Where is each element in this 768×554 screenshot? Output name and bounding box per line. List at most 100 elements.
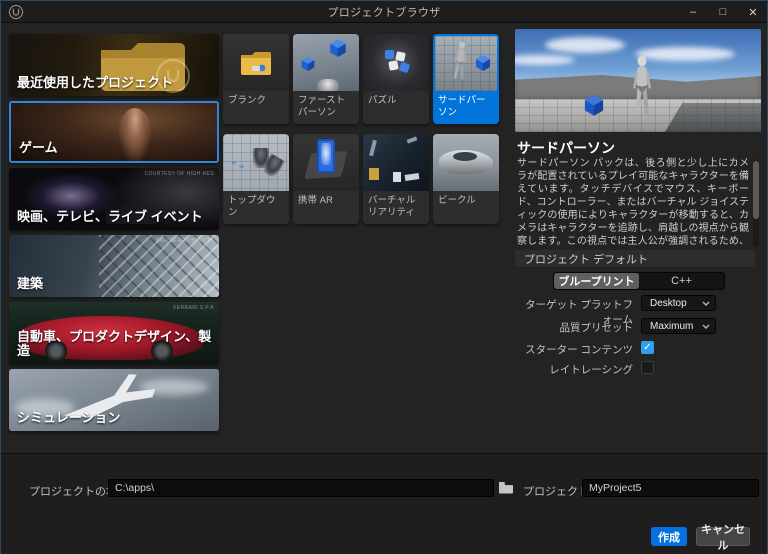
game-character-figure	[118, 107, 153, 161]
controller-shape	[404, 173, 420, 181]
title-bar: プロジェクトブラウザ – □ ✕	[1, 1, 767, 23]
top-down-thumbnail: ⌄ ⌄	[223, 134, 289, 191]
blue-arrow-shape: ⌄	[237, 159, 247, 171]
minimize-icon[interactable]: –	[685, 4, 701, 20]
yellow-folder-icon	[241, 51, 271, 75]
target-platform-row: ターゲット プラットフォーム Desktop	[515, 295, 761, 326]
image-credit: SAFDIE ARCHITECTS	[156, 238, 214, 244]
image-credit: COURTESY OF HIGH RES	[144, 171, 214, 177]
blue-cube-shape	[476, 55, 490, 71]
quality-preset-label: 品質プリセット	[559, 322, 634, 334]
raytracing-label: レイトレーシング	[549, 364, 633, 376]
sidebar-item-label: ゲーム	[19, 140, 58, 156]
template-label: パズル	[368, 95, 397, 106]
raytracing-row: レイトレーシング	[515, 360, 761, 377]
template-preview-image	[515, 29, 761, 132]
project-location-input[interactable]	[108, 479, 494, 497]
footer: プロジェクトの場所 プロジェクト名 作成 キャンセル	[1, 454, 767, 554]
mannequin-figure	[633, 55, 651, 115]
create-button[interactable]: 作成	[651, 527, 687, 546]
browse-folder-button[interactable]	[498, 481, 514, 495]
target-platform-dropdown[interactable]: Desktop	[641, 295, 716, 311]
quality-preset-dropdown[interactable]: Maximum	[641, 318, 716, 334]
panel-shape	[369, 139, 377, 157]
folder-icon	[499, 482, 513, 494]
window-controls: – □ ✕	[685, 1, 761, 23]
sidebar-item-label: 建築	[17, 276, 44, 292]
dropdown-value: Desktop	[650, 297, 687, 309]
puzzle-piece-shape	[385, 50, 394, 59]
sidebar-item-games[interactable]: ゲーム	[9, 101, 219, 163]
terraced-building-shape	[99, 235, 219, 297]
project-defaults-header: プロジェクト デフォルト	[515, 250, 755, 267]
sidebar-item-label: シミュレーション	[17, 410, 121, 426]
pillar-shape	[393, 172, 401, 182]
template-label: ファーストパーソン	[298, 95, 346, 118]
vehicle-thumbnail	[433, 134, 499, 191]
project-name-input[interactable]	[582, 479, 759, 497]
gun-shape	[317, 79, 339, 91]
template-blank[interactable]: ブランク	[223, 34, 289, 124]
template-top-down[interactable]: ⌄ ⌄ トップダウン	[223, 134, 289, 224]
sidebar-item-film-tv[interactable]: COURTESY OF HIGH RES 映画、テレビ、ライブ イベント	[9, 168, 219, 230]
close-icon[interactable]: ✕	[745, 4, 761, 20]
template-title: サードパーソン	[517, 140, 615, 156]
template-vehicle[interactable]: ビークル	[433, 134, 499, 224]
image-credit: FERRARI S.P.A	[173, 305, 214, 311]
puzzle-piece-shape	[398, 61, 411, 74]
template-third-person[interactable]: サードパーソン	[433, 34, 499, 124]
puzzle-piece-shape	[388, 60, 399, 71]
template-description: サードパーソン パックは、後ろ側と少し上にカメラが配置されているプレイ可能なキャ…	[517, 158, 749, 247]
project-browser-window: プロジェクトブラウザ – □ ✕ 最近使用したプロジェクト ゲーム COURTE…	[0, 0, 768, 554]
blue-cube-shape	[301, 56, 315, 72]
template-label: ブランク	[228, 95, 267, 106]
starter-content-row: スターター コンテンツ ✓	[515, 340, 761, 357]
blank-thumbnail	[223, 34, 289, 91]
chevron-down-icon	[702, 301, 710, 306]
sidebar-item-label: 自動車、プロダクトデザイン、製造	[17, 328, 212, 359]
dropdown-value: Maximum	[650, 320, 694, 332]
blue-phone-shape	[317, 139, 335, 173]
unreal-engine-logo-icon	[8, 4, 24, 20]
check-icon: ✓	[643, 342, 652, 353]
cloud-shape	[515, 55, 575, 65]
template-label: トップダウン	[228, 195, 276, 218]
crate-shape	[369, 168, 379, 180]
first-person-thumbnail	[293, 34, 359, 91]
virtual-reality-thumbnail	[363, 134, 429, 191]
handheld-ar-thumbnail	[293, 134, 359, 191]
blue-cube-shape	[584, 94, 604, 116]
sidebar-item-label: 映画、テレビ、ライブ イベント	[17, 209, 203, 225]
maximize-icon[interactable]: □	[715, 4, 731, 20]
cpp-toggle-button[interactable]: C++	[639, 273, 724, 289]
sidebar-item-simulation[interactable]: シミュレーション	[9, 369, 219, 431]
description-scrollbar[interactable]	[753, 159, 759, 247]
cloud-shape	[545, 37, 625, 53]
raytracing-checkbox[interactable]	[641, 361, 654, 374]
panel-shape	[406, 136, 418, 144]
windshield-shape	[453, 152, 477, 161]
starter-content-label: スターター コンテンツ	[525, 344, 633, 356]
template-label: ビークル	[438, 195, 476, 206]
template-virtual-reality[interactable]: バーチャルリアリティ	[363, 134, 429, 224]
third-person-thumbnail	[435, 36, 497, 91]
details-panel: サードパーソン サードパーソン パックは、後ろ側と少し上にカメラが配置されている…	[515, 23, 761, 453]
template-label: バーチャルリアリティ	[368, 195, 416, 218]
sidebar-item-recent-projects[interactable]: 最近使用したプロジェクト	[9, 34, 219, 96]
blue-cube-shape	[330, 39, 346, 57]
sidebar-item-automotive[interactable]: FERRARI S.P.A 自動車、プロダクトデザイン、製造	[9, 302, 219, 364]
sidebar-item-label: 最近使用したプロジェクト	[17, 75, 174, 91]
scrollbar-thumb[interactable]	[753, 161, 759, 219]
implementation-toggle: ブループリント C++	[553, 272, 725, 290]
template-label: サードパーソン	[438, 95, 486, 118]
template-first-person[interactable]: ファーストパーソン	[293, 34, 359, 124]
window-title: プロジェクトブラウザ	[327, 6, 441, 19]
cancel-button[interactable]: キャンセル	[696, 524, 750, 552]
template-label: 携帯 AR	[298, 195, 333, 206]
blueprint-toggle-button[interactable]: ブループリント	[554, 273, 639, 289]
starter-content-checkbox[interactable]: ✓	[641, 341, 654, 354]
template-handheld-ar[interactable]: 携帯 AR	[293, 134, 359, 224]
sidebar-item-architecture[interactable]: SAFDIE ARCHITECTS 建築	[9, 235, 219, 297]
template-puzzle[interactable]: パズル	[363, 34, 429, 124]
chevron-down-icon	[702, 324, 710, 329]
